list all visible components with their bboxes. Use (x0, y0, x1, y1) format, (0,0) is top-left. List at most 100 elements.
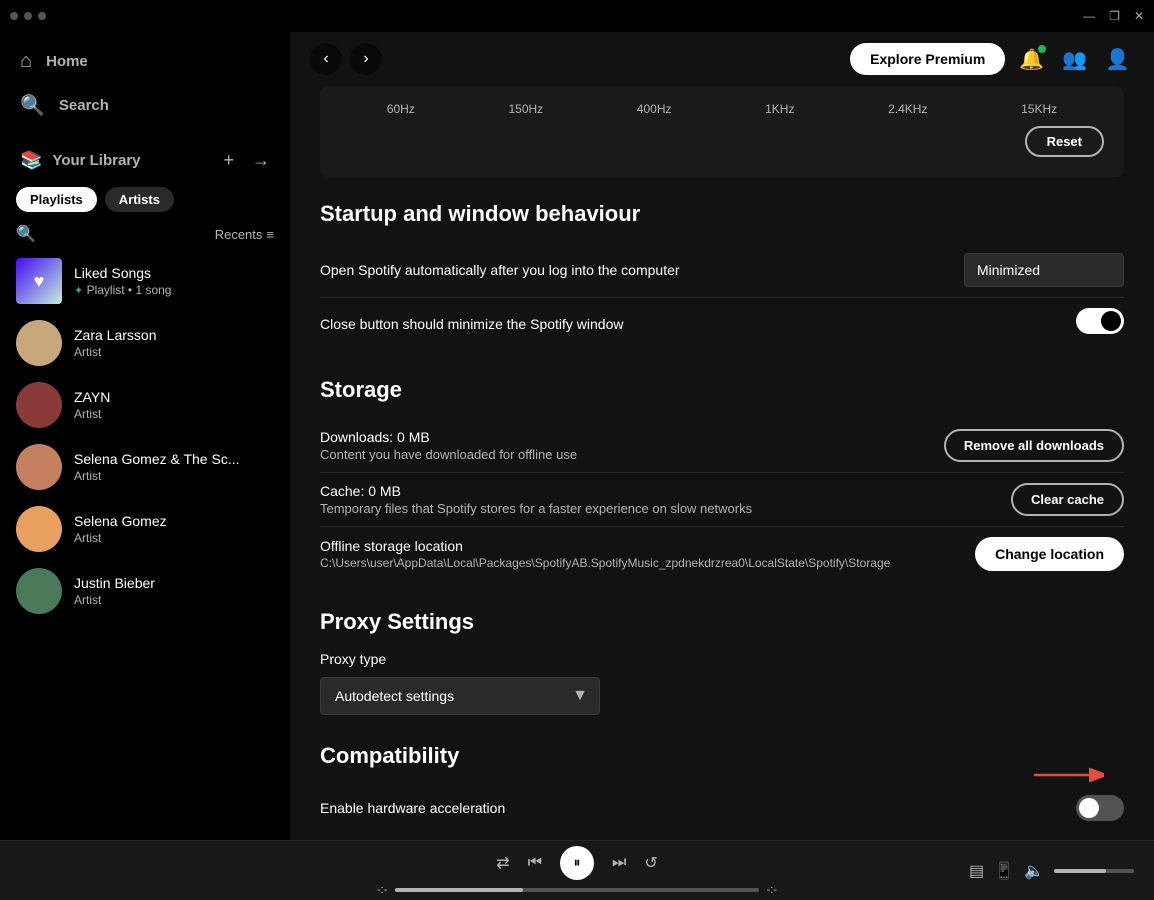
heart-icon: ♥ (34, 271, 45, 292)
eq-reset-row: Reset (340, 126, 1104, 157)
friends-button[interactable]: 👥 (1058, 43, 1091, 76)
downloads-value: 0 MB (397, 429, 430, 445)
sidebar-item-search[interactable]: 🔍 Search (0, 83, 290, 128)
sidebar-item-home[interactable]: ⌂ Home (0, 40, 290, 83)
library-item-sub: ✦ Playlist • 1 song (74, 283, 274, 297)
shuffle-button[interactable]: ⇄ (496, 853, 509, 873)
list-item[interactable]: ♥ Liked Songs ✦ Playlist • 1 song (0, 250, 290, 312)
red-arrow-svg (1034, 765, 1104, 785)
offline-location-label: Offline storage location (320, 538, 955, 554)
open-spotify-select[interactable]: Minimized Normal Maximized No (964, 253, 1124, 287)
volume-button[interactable]: 🔈 (1024, 861, 1044, 881)
previous-button[interactable]: ⏮ (528, 854, 542, 872)
downloads-label: Downloads: 0 MB (320, 429, 924, 445)
sidebar-nav: ⌂ Home 🔍 Search (0, 32, 290, 136)
startup-section: Startup and window behaviour Open Spotif… (320, 201, 1124, 349)
profile-button[interactable]: 👤 (1101, 43, 1134, 76)
library-items: ♥ Liked Songs ✦ Playlist • 1 song Zara L… (0, 250, 290, 840)
eq-label-1k: 1KHz (765, 102, 794, 116)
progress-bar-fill (395, 888, 522, 892)
compatibility-section-title: Compatibility (320, 743, 1124, 769)
filter-artists-button[interactable]: Artists (105, 187, 174, 212)
eq-reset-button[interactable]: Reset (1025, 126, 1104, 157)
change-location-button[interactable]: Change location (975, 537, 1124, 571)
devices-button[interactable]: 📱 (994, 861, 1014, 881)
forward-button[interactable]: › (350, 43, 382, 75)
repeat-button[interactable]: ↺ (644, 853, 657, 873)
remove-downloads-button[interactable]: Remove all downloads (944, 429, 1124, 462)
main-content: ‹ › Explore Premium 🔔 👥 👤 60Hz 150Hz (290, 32, 1154, 840)
library-title-label: Your Library (52, 152, 140, 169)
titlebar-dot-2 (24, 12, 32, 20)
player-right: ▤ 📱 🔈 (934, 861, 1134, 881)
proxy-section: Proxy Settings Proxy type Autodetect set… (320, 609, 1124, 715)
settings-scroll: 60Hz 150Hz 400Hz 1KHz 2.4KHz 15KHz Reset… (290, 86, 1154, 840)
clear-cache-button[interactable]: Clear cache (1011, 483, 1124, 516)
library-search-icon[interactable]: 🔍 (16, 224, 36, 244)
eq-label-150: 150Hz (508, 102, 543, 116)
library-icon: 📚 (20, 150, 42, 171)
list-item[interactable]: ZAYN Artist (0, 374, 290, 436)
cache-left: Cache: 0 MB Temporary files that Spotify… (320, 483, 991, 516)
arrow-indicator (1034, 765, 1104, 785)
library-item-info: Zara Larsson Artist (74, 327, 274, 359)
list-item[interactable]: Selena Gomez Artist (0, 498, 290, 560)
play-pause-button[interactable]: ⏸ (560, 846, 594, 880)
liked-sub-label: Playlist • 1 song (87, 283, 172, 297)
notifications-button[interactable]: 🔔 (1015, 43, 1048, 76)
maximize-button[interactable]: ❐ (1109, 9, 1120, 23)
library-recents[interactable]: Recents ≡ (215, 227, 274, 242)
recents-sort-icon: ≡ (266, 227, 274, 242)
library-item-info: Liked Songs ✦ Playlist • 1 song (74, 265, 274, 297)
queue-button[interactable]: ▤ (969, 861, 984, 881)
offline-location-path: C:\Users\user\AppData\Local\Packages\Spo… (320, 556, 955, 570)
filter-playlists-button[interactable]: Playlists (16, 187, 97, 212)
storage-section-title: Storage (320, 377, 1124, 403)
player-progress: -:- -:- (377, 884, 777, 896)
close-button-row: Close button should minimize the Spotify… (320, 298, 1124, 349)
next-button[interactable]: ⏭ (612, 854, 626, 872)
eq-label-2k4: 2.4KHz (888, 102, 927, 116)
library-item-name: Selena Gomez (74, 513, 274, 529)
downloads-row: Downloads: 0 MB Content you have downloa… (320, 419, 1124, 473)
proxy-type-select[interactable]: Autodetect settings No proxy HTTP Proxy … (320, 677, 600, 715)
list-item[interactable]: Zara Larsson Artist (0, 312, 290, 374)
library-item-info: Selena Gomez Artist (74, 513, 274, 545)
close-button-toggle[interactable] (1076, 308, 1124, 334)
library-filters: Playlists Artists (0, 181, 290, 218)
back-button[interactable]: ‹ (310, 43, 342, 75)
titlebar-controls: — ❐ ✕ (1083, 9, 1144, 23)
titlebar: — ❐ ✕ (0, 0, 1154, 32)
list-item[interactable]: Justin Bieber Artist (0, 560, 290, 622)
downloads-label-text: Downloads: (320, 429, 393, 445)
toggle-thumb (1101, 311, 1121, 331)
explore-premium-button[interactable]: Explore Premium (850, 43, 1005, 75)
progress-bar[interactable] (395, 888, 758, 892)
player-center: ⇄ ⏮ ⏸ ⏭ ↺ -:- -:- (220, 846, 934, 896)
list-item[interactable]: Selena Gomez & The Sc... Artist (0, 436, 290, 498)
offline-location-row: Offline storage location C:\Users\user\A… (320, 527, 1124, 581)
cache-label-text: Cache: (320, 483, 364, 499)
eq-label-15k: 15KHz (1021, 102, 1057, 116)
library-search-row: 🔍 Recents ≡ (0, 218, 290, 250)
eq-labels: 60Hz 150Hz 400Hz 1KHz 2.4KHz 15KHz (340, 102, 1104, 116)
volume-bar[interactable] (1054, 869, 1134, 873)
player-controls: ⇄ ⏮ ⏸ ⏭ ↺ (496, 846, 658, 880)
zayn-thumb (16, 382, 62, 428)
library-header: 📚 Your Library + → (0, 136, 290, 181)
hw-accel-label: Enable hardware acceleration (320, 800, 505, 816)
progress-start: -:- (377, 884, 387, 896)
downloads-right: Remove all downloads (944, 429, 1124, 462)
library-item-sub: Artist (74, 469, 274, 483)
library-item-sub: Artist (74, 407, 274, 421)
close-button[interactable]: ✕ (1134, 9, 1144, 23)
liked-songs-thumb: ♥ (16, 258, 62, 304)
notification-dot (1038, 45, 1046, 53)
library-add-button[interactable]: + (219, 146, 238, 175)
hw-accel-toggle[interactable] (1076, 795, 1124, 821)
downloads-sublabel: Content you have downloaded for offline … (320, 447, 924, 462)
minimize-button[interactable]: — (1083, 9, 1095, 23)
library-item-name: Selena Gomez & The Sc... (74, 451, 274, 467)
library-expand-button[interactable]: → (248, 146, 274, 175)
eq-label-400: 400Hz (637, 102, 672, 116)
